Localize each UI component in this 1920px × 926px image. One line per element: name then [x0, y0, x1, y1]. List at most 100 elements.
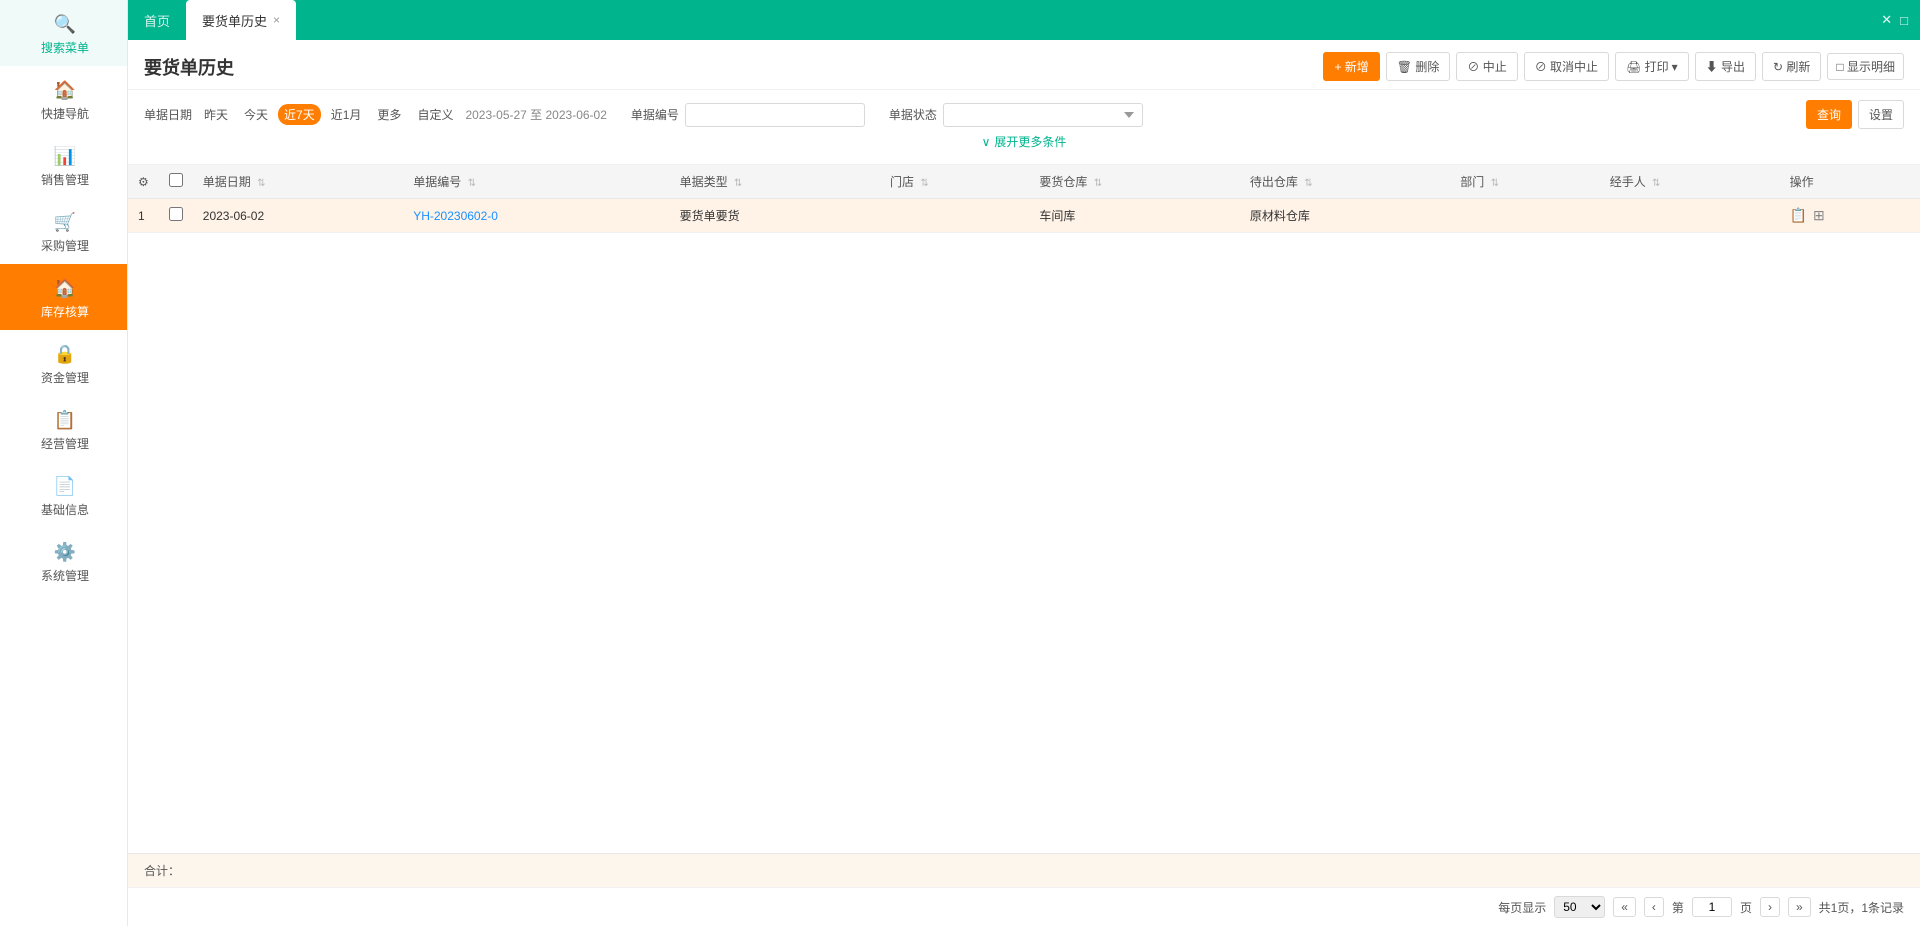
topbar-right: ✕ □ — [1881, 12, 1920, 28]
row-dest-warehouse: 原材料仓库 — [1240, 199, 1450, 233]
stop-button[interactable]: ⊘ 中止 — [1456, 52, 1517, 81]
sidebar-item-quicknav[interactable]: 🏠 快捷导航 — [0, 66, 127, 132]
sidebar-item-label: 资金管理 — [41, 369, 89, 386]
sort-icon-no[interactable]: ⇅ — [468, 178, 476, 189]
search-menu-icon: 🔍 — [54, 14, 76, 35]
per-page-label: 每页显示 — [1498, 899, 1546, 916]
page-header: 要货单历史 + 新增 🗑 删除 ⊘ 中止 ⊘ 取消中止 🖨 打印 ▾ ⬇ 导出 … — [128, 40, 1920, 90]
total-info: 共1页，1条记录 — [1819, 899, 1904, 916]
sort-icon-req-wh[interactable]: ⇅ — [1094, 178, 1102, 189]
sort-icon-type[interactable]: ⇅ — [734, 178, 742, 189]
sidebar-item-operations[interactable]: 📋 经营管理 — [0, 396, 127, 462]
table-row: 1 2023-06-02 YH-20230602-0 要货单要货 车间库 原材料… — [128, 199, 1920, 233]
show-detail-button[interactable]: □ 显示明细 — [1827, 53, 1904, 80]
sort-icon-handler[interactable]: ⇅ — [1652, 178, 1660, 189]
settings-button[interactable]: 设置 — [1858, 100, 1904, 129]
sidebar-item-search[interactable]: 🔍 搜索菜单 — [0, 0, 127, 66]
per-page-select[interactable]: 50 10 20 100 — [1554, 896, 1605, 918]
col-order-date: 单据日期 ⇅ — [193, 165, 403, 199]
inventory-icon: 🏠 — [54, 278, 76, 299]
col-store: 门店 ⇅ — [880, 165, 1029, 199]
refresh-button[interactable]: ↻ 刷新 — [1762, 52, 1821, 81]
tab-home-label: 首页 — [144, 11, 170, 30]
status-label: 单据状态 — [889, 106, 937, 123]
tab-home[interactable]: 首页 — [128, 0, 186, 40]
col-dest-warehouse: 待出仓库 ⇅ — [1240, 165, 1450, 199]
print-button[interactable]: 🖨 打印 ▾ — [1615, 52, 1689, 81]
sidebar-item-label: 搜索菜单 — [41, 39, 89, 56]
row-select-checkbox[interactable] — [169, 207, 183, 221]
sidebar-item-purchase[interactable]: 🛒 采购管理 — [0, 198, 127, 264]
export-button[interactable]: ⬇ 导出 — [1695, 52, 1756, 81]
home-icon: 🏠 — [54, 80, 76, 101]
sidebar-item-sales[interactable]: 📊 销售管理 — [0, 132, 127, 198]
row-handler — [1600, 199, 1780, 233]
sidebar: 🔍 搜索菜单 🏠 快捷导航 📊 销售管理 🛒 采购管理 🏠 库存核算 🔒 资金管… — [0, 0, 128, 926]
sidebar-item-label: 基础信息 — [41, 501, 89, 518]
operations-icon: 📋 — [54, 410, 76, 431]
main-area: 首页 要货单历史 × ✕ □ 要货单历史 + 新增 🗑 删除 ⊘ 中止 ⊘ 取消… — [128, 0, 1920, 926]
pagination-area: 每页显示 50 10 20 100 « ‹ 第 页 › » 共1页，1条记录 — [128, 887, 1920, 926]
sidebar-item-inventory[interactable]: 🏠 库存核算 — [0, 264, 127, 330]
print-dropdown-icon: ▾ — [1672, 60, 1678, 74]
delete-button[interactable]: 🗑 删除 — [1386, 52, 1451, 81]
order-no-input[interactable] — [685, 103, 865, 127]
col-settings[interactable]: ⚙ — [128, 165, 159, 199]
table-wrapper: ⚙ 单据日期 ⇅ 单据编号 ⇅ 单据类型 — [128, 165, 1920, 853]
status-select[interactable] — [943, 103, 1143, 127]
order-no-link[interactable]: YH-20230602-0 — [413, 209, 498, 223]
sort-icon-date[interactable]: ⇅ — [257, 178, 265, 189]
shortcut-last7days[interactable]: 近7天 — [278, 104, 321, 125]
filter-row: 单据日期 昨天 今天 近7天 近1月 更多 自定义 2023-05-27 至 2… — [144, 100, 1904, 129]
basicinfo-icon: 📄 — [54, 476, 76, 497]
sort-icon-dest-wh[interactable]: ⇅ — [1304, 178, 1312, 189]
shortcut-yesterday[interactable]: 昨天 — [198, 104, 234, 125]
row-order-no: YH-20230602-0 — [403, 199, 669, 233]
tab-active[interactable]: 要货单历史 × — [186, 0, 296, 40]
order-no-label: 单据编号 — [631, 106, 679, 123]
shortcut-last1month[interactable]: 近1月 — [325, 104, 368, 125]
order-no-filter: 单据编号 — [631, 103, 865, 127]
new-button[interactable]: + 新增 — [1323, 52, 1379, 81]
next-page-button[interactable]: › — [1760, 897, 1780, 917]
window-close-icon[interactable]: ✕ — [1881, 12, 1892, 28]
date-range-display: 2023-05-27 至 2023-06-02 — [465, 106, 606, 123]
sort-icon-dept[interactable]: ⇅ — [1491, 178, 1499, 189]
col-order-type: 单据类型 ⇅ — [670, 165, 880, 199]
select-all-checkbox[interactable] — [169, 173, 183, 187]
filter-actions: 查询 设置 — [1806, 100, 1904, 129]
footer-summary-label: 合计： — [144, 862, 180, 879]
row-checkbox — [159, 199, 193, 233]
sidebar-item-basicinfo[interactable]: 📄 基础信息 — [0, 462, 127, 528]
last-page-button[interactable]: » — [1788, 897, 1811, 917]
row-req-warehouse: 车间库 — [1029, 199, 1239, 233]
table-header-row: ⚙ 单据日期 ⇅ 单据编号 ⇅ 单据类型 — [128, 165, 1920, 199]
query-button[interactable]: 查询 — [1806, 100, 1852, 129]
page-number-input[interactable] — [1692, 897, 1732, 917]
row-edit-icon[interactable]: 📋 — [1790, 207, 1807, 224]
cancel-stop-button[interactable]: ⊘ 取消中止 — [1524, 52, 1609, 81]
expand-more-label: 展开更多条件 — [994, 133, 1066, 150]
row-actions: 📋 ⊞ — [1780, 199, 1920, 233]
row-order-date: 2023-06-02 — [193, 199, 403, 233]
sort-icon-store[interactable]: ⇅ — [920, 178, 928, 189]
col-department: 部门 ⇅ — [1450, 165, 1599, 199]
filter-area: 单据日期 昨天 今天 近7天 近1月 更多 自定义 2023-05-27 至 2… — [128, 90, 1920, 165]
sidebar-item-label: 库存核算 — [41, 303, 89, 320]
prev-page-button[interactable]: ‹ — [1644, 897, 1664, 917]
tab-close-icon[interactable]: × — [273, 13, 280, 27]
sidebar-item-label: 快捷导航 — [41, 105, 89, 122]
shortcut-more[interactable]: 更多 — [371, 104, 407, 125]
first-page-button[interactable]: « — [1613, 897, 1636, 917]
sidebar-item-system[interactable]: ⚙️ 系统管理 — [0, 528, 127, 594]
finance-icon: 🔒 — [54, 344, 76, 365]
sidebar-item-label: 销售管理 — [41, 171, 89, 188]
shortcut-custom[interactable]: 自定义 — [411, 104, 459, 125]
shortcut-today[interactable]: 今天 — [238, 104, 274, 125]
window-maximize-icon[interactable]: □ — [1900, 13, 1908, 28]
sidebar-item-finance[interactable]: 🔒 资金管理 — [0, 330, 127, 396]
row-delete-icon[interactable]: ⊞ — [1813, 207, 1825, 224]
table-footer: 合计： — [128, 853, 1920, 887]
expand-more[interactable]: ∨ 展开更多条件 — [144, 129, 1904, 154]
page-suffix: 页 — [1740, 899, 1752, 916]
